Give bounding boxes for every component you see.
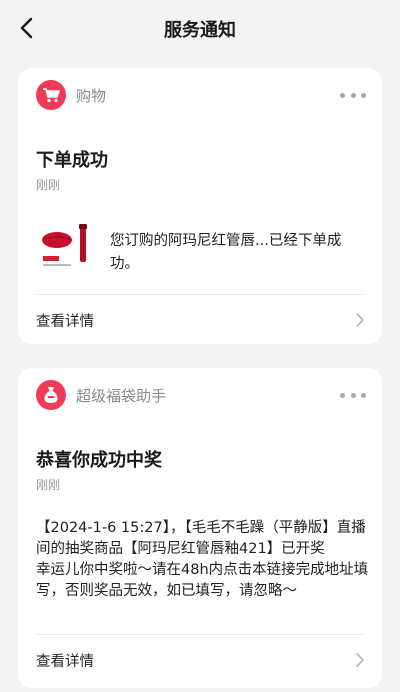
top-nav-bar: 服务通知 [0, 0, 400, 58]
chevron-right-icon [356, 653, 364, 667]
card-header: 购物 [36, 80, 368, 110]
view-details-label: 查看详情 [36, 314, 94, 330]
chevron-right-icon [356, 313, 364, 327]
shopping-cart-icon [36, 80, 66, 110]
notification-body: 您订购的阿玛尼红管唇...已经下单成功。 [110, 233, 342, 272]
divider [36, 634, 364, 635]
card-header: 超级福袋助手 [36, 380, 368, 410]
view-details-label: 查看详情 [36, 654, 94, 670]
notification-title: 下单成功 [36, 150, 108, 171]
lucky-bag-icon [36, 380, 66, 410]
more-options-icon[interactable] [340, 391, 366, 399]
body-paragraph: 幸运儿你中奖啦～请在48h内点击本链接完成地址填写，否则奖品无效，如已填写，请忽… [36, 562, 369, 599]
notification-card-lottery[interactable]: 超级福袋助手 恭喜你成功中奖 刚刚 【2024-1-6 15:27】，【毛毛不毛… [18, 368, 382, 688]
notification-title: 恭喜你成功中奖 [36, 450, 162, 471]
view-details-link[interactable]: 查看详情 [36, 308, 368, 332]
app-name: 超级福袋助手 [76, 387, 167, 405]
notification-card-order[interactable]: 购物 下单成功 刚刚 您订购的阿玛尼红管唇...已经下单成功。 查看详情 [18, 68, 382, 344]
more-options-icon[interactable] [340, 91, 366, 99]
notification-time: 刚刚 [36, 178, 61, 192]
page-title: 服务通知 [164, 20, 236, 41]
product-thumbnail[interactable] [40, 220, 94, 274]
view-details-link[interactable]: 查看详情 [36, 648, 368, 672]
app-name: 购物 [76, 87, 107, 105]
divider [36, 294, 364, 295]
notification-body: 【2024-1-6 15:27】，【毛毛不毛躁（平静版】直播间的抽奖商品【阿玛尼… [36, 518, 376, 602]
notification-time: 刚刚 [36, 478, 61, 492]
body-paragraph: 【2024-1-6 15:27】，【毛毛不毛躁（平静版】直播间的抽奖商品【阿玛尼… [36, 520, 366, 557]
